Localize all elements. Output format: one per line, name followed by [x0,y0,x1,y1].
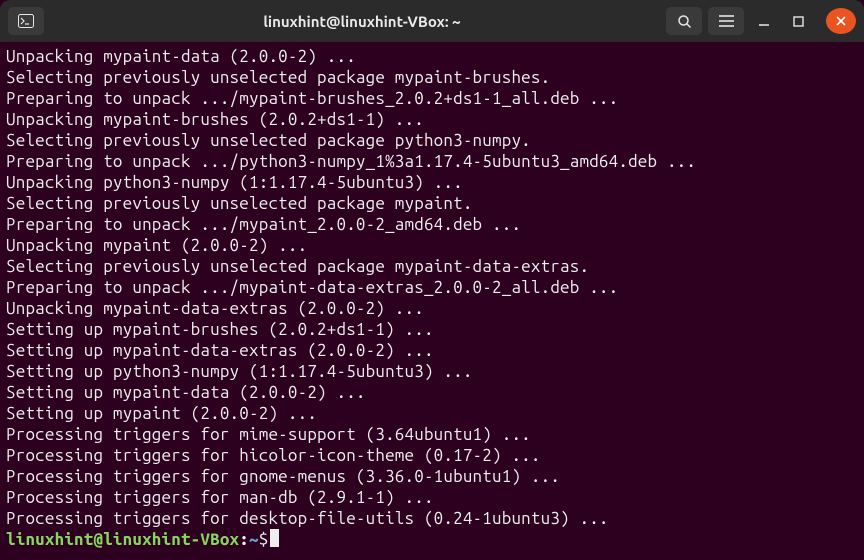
terminal-line: Preparing to unpack .../mypaint-brushes_… [6,88,858,109]
search-button[interactable] [666,7,702,35]
terminal-line: Processing triggers for desktop-file-uti… [6,508,858,529]
terminal-line: Unpacking mypaint-brushes (2.0.2+ds1-1) … [6,109,858,130]
terminal-line: Unpacking mypaint-data-extras (2.0.0-2) … [6,298,858,319]
terminal-line: Selecting previously unselected package … [6,67,858,88]
terminal-line: Selecting previously unselected package … [6,193,858,214]
terminal-line: Setting up mypaint-brushes (2.0.2+ds1-1)… [6,319,858,340]
terminal-line: Processing triggers for man-db (2.9.1-1)… [6,487,858,508]
terminal-line: Processing triggers for mime-support (3.… [6,424,858,445]
window-title: linuxhint@linuxhint-VBox: ~ [64,13,660,30]
terminal-line: Setting up python3-numpy (1:1.17.4-5ubun… [6,361,858,382]
terminal-prompt[interactable]: linuxhint@linuxhint-VBox:~$ [6,529,858,550]
hamburger-icon [719,15,734,27]
terminal-line: Selecting previously unselected package … [6,256,858,277]
prompt-colon: : [239,530,249,549]
minimize-icon [758,15,770,27]
prompt-path: ~ [249,530,259,549]
menu-button[interactable] [708,7,744,35]
terminal-window: linuxhint@linuxhint-VBox: ~ [0,0,864,560]
terminal-icon [18,14,34,28]
terminal-line: Preparing to unpack .../mypaint-data-ext… [6,277,858,298]
terminal-line: Setting up mypaint (2.0.0-2) ... [6,403,858,424]
terminal-line: Unpacking python3-numpy (1:1.17.4-5ubunt… [6,172,858,193]
terminal-line: Setting up mypaint-data-extras (2.0.0-2)… [6,340,858,361]
cursor [270,529,279,547]
terminal-line: Preparing to unpack .../mypaint_2.0.0-2_… [6,214,858,235]
titlebar: linuxhint@linuxhint-VBox: ~ [0,0,864,42]
search-icon [677,14,692,29]
maximize-button[interactable] [784,16,812,27]
terminal-line: Processing triggers for gnome-menus (3.3… [6,466,858,487]
terminal-line: Setting up mypaint-data (2.0.0-2) ... [6,382,858,403]
terminal-line: Preparing to unpack .../python3-numpy_1%… [6,151,858,172]
minimize-button[interactable] [750,15,778,27]
maximize-icon [793,16,804,27]
close-icon [836,16,846,26]
new-tab-button[interactable] [8,7,44,35]
prompt-dollar: $ [259,530,269,549]
terminal-line: Unpacking mypaint (2.0.0-2) ... [6,235,858,256]
terminal-line: Processing triggers for hicolor-icon-the… [6,445,858,466]
terminal-line: Selecting previously unselected package … [6,130,858,151]
close-button[interactable] [826,8,856,34]
terminal-line: Unpacking mypaint-data (2.0.0-2) ... [6,46,858,67]
prompt-user-host: linuxhint@linuxhint-VBox [6,530,239,549]
terminal-output[interactable]: Unpacking mypaint-data (2.0.0-2) ...Sele… [0,42,864,560]
